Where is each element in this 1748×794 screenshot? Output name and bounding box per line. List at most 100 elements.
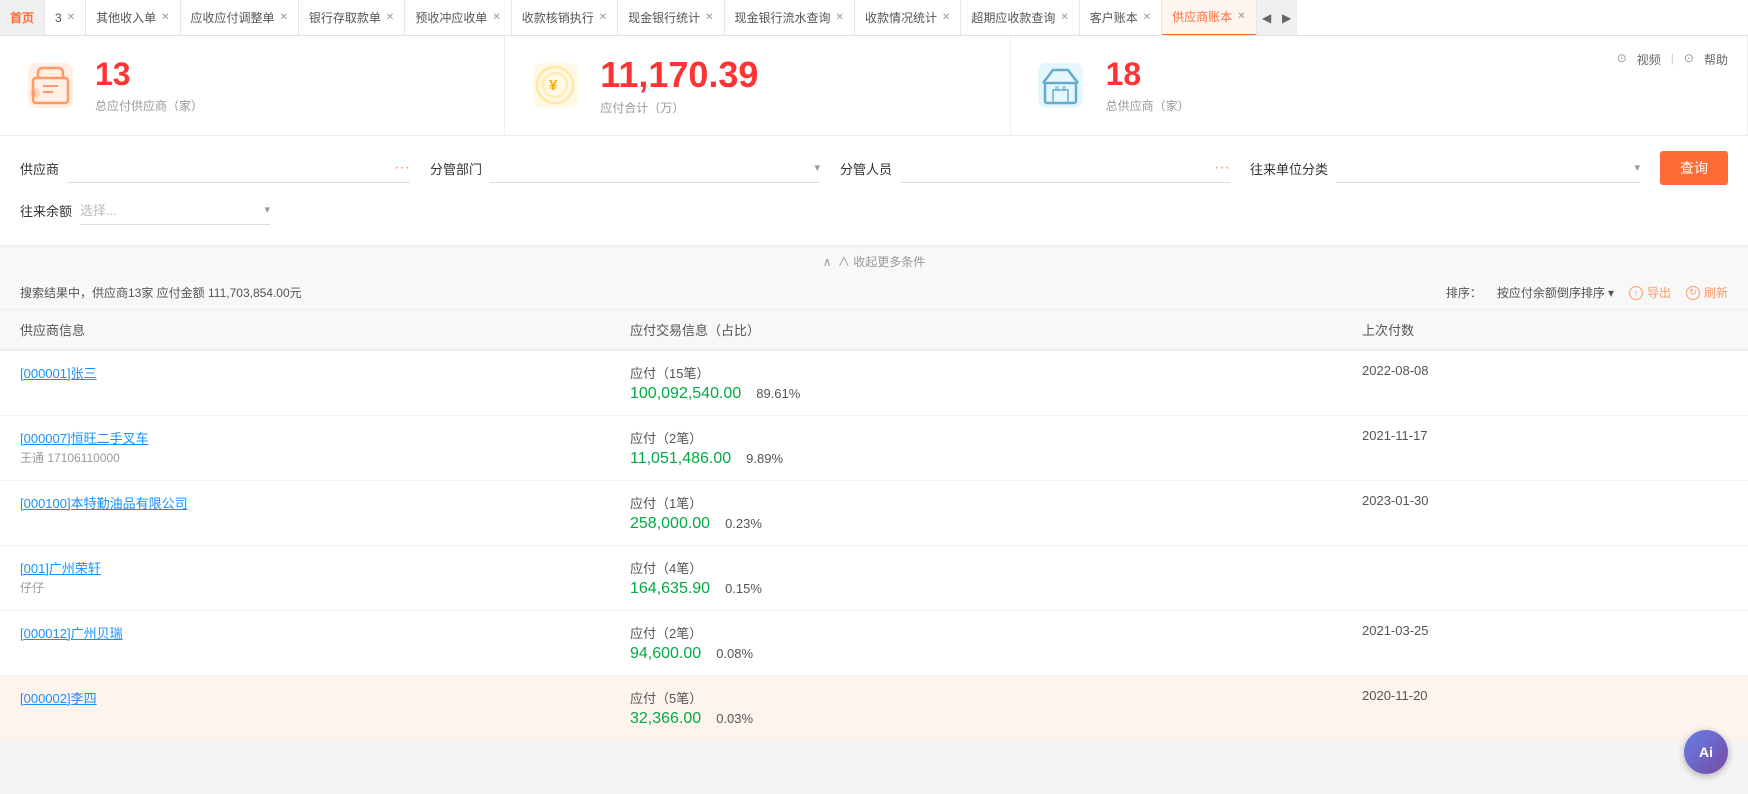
filter-row-1: 供应商 ··· 分管部门 ▾ 分管人员 ··· 往来单位分类 bbox=[20, 151, 1728, 185]
video-link[interactable]: 视频 bbox=[1637, 51, 1661, 68]
nav-tab-overdue-query[interactable]: 超期应收款查询 ✕ bbox=[961, 0, 1079, 36]
close-icon[interactable]: ✕ bbox=[705, 12, 713, 23]
nav-tab-customer-ledger[interactable]: 客户账本 ✕ bbox=[1080, 0, 1162, 36]
close-icon[interactable]: ✕ bbox=[1060, 12, 1068, 23]
export-circle-icon: ↑ bbox=[1629, 286, 1643, 300]
trans-count: 应付（2笔） bbox=[630, 623, 1362, 642]
category-filter-label: 往来单位分类 bbox=[1250, 159, 1328, 178]
person-input[interactable] bbox=[900, 153, 1209, 183]
trans-count: 应付（15笔） bbox=[630, 363, 1362, 382]
person-filter: 分管人员 ··· bbox=[840, 153, 1230, 183]
total-suppliers-number: 18 bbox=[1106, 57, 1190, 92]
table-row-inner: [001]广州荣轩 仔仔 应付（4笔） 164,635.90 0.15% bbox=[20, 558, 1728, 598]
nav-scroll-left[interactable]: ◀ bbox=[1257, 0, 1277, 36]
dept-select-wrapper[interactable]: ▾ bbox=[490, 153, 820, 183]
close-icon[interactable]: ✕ bbox=[1143, 12, 1151, 23]
close-icon[interactable]: ✕ bbox=[280, 12, 288, 23]
supplier-link[interactable]: [000007]恒旺二手叉车 bbox=[20, 428, 630, 447]
shop-icon bbox=[1031, 56, 1091, 116]
balance-select-wrapper[interactable]: 选择... ▾ bbox=[80, 195, 270, 225]
close-icon[interactable]: ✕ bbox=[161, 12, 169, 23]
close-icon[interactable]: ✕ bbox=[836, 12, 844, 23]
trans-percent: 89.61% bbox=[756, 386, 800, 403]
nav-tab-home[interactable]: 首页 bbox=[0, 0, 45, 36]
lastpay-cell: 2023-01-30 bbox=[1362, 493, 1728, 508]
supplier-cell: [000007]恒旺二手叉车 王通 17106110000 bbox=[20, 428, 630, 466]
transaction-cell: 应付（5笔） 32,366.00 0.03% bbox=[630, 688, 1362, 728]
trans-col-inner: 164,635.90 0.15% bbox=[630, 580, 1362, 598]
category-select-wrapper[interactable]: ▾ bbox=[1336, 153, 1640, 183]
nav-tab-3[interactable]: 3 ✕ bbox=[45, 0, 86, 36]
table-row[interactable]: [000100]本特勤油品有限公司 应付（1笔） 258,000.00 0.23… bbox=[0, 481, 1748, 546]
filter-row-2: 往来余额 选择... ▾ bbox=[20, 195, 270, 225]
export-button[interactable]: ↑ 导出 bbox=[1629, 284, 1671, 301]
lastpay-cell: 2021-11-17 bbox=[1362, 428, 1728, 443]
supplier-link[interactable]: [000001]张三 bbox=[20, 363, 630, 382]
results-summary: 搜索结果中，供应商13家 应付金额 111,703,854.00元 bbox=[20, 284, 302, 301]
results-bar: 搜索结果中，供应商13家 应付金额 111,703,854.00元 排序： 按应… bbox=[0, 276, 1748, 310]
nav-scroll-right[interactable]: ▶ bbox=[1277, 0, 1297, 36]
close-icon[interactable]: ✕ bbox=[67, 12, 75, 23]
last-pay-date: 2021-03-25 bbox=[1362, 623, 1429, 638]
nav-tab-collection-verify-label: 收款核销执行 bbox=[522, 9, 594, 26]
supplier-link[interactable]: [000012]广州贝瑞 bbox=[20, 623, 630, 642]
table-row[interactable]: [001]广州荣轩 仔仔 应付（4笔） 164,635.90 0.15% bbox=[0, 546, 1748, 611]
help-link[interactable]: 帮助 bbox=[1704, 51, 1728, 68]
table-row[interactable]: [000001]张三 应付（15笔） 100,092,540.00 89.61%… bbox=[0, 351, 1748, 416]
nav-tab-bank-deposit-label: 银行存取款单 bbox=[309, 9, 381, 26]
supplier-input-wrapper: ··· bbox=[67, 153, 410, 183]
close-icon[interactable]: ✕ bbox=[492, 12, 500, 23]
nav-tab-bank-deposit[interactable]: 银行存取款单 ✕ bbox=[299, 0, 405, 36]
svg-text:¥: ¥ bbox=[32, 91, 36, 98]
sort-select[interactable]: 按应付余额倒序排序 ▾ bbox=[1497, 284, 1614, 301]
trans-percent: 0.23% bbox=[725, 516, 762, 533]
close-icon[interactable]: ✕ bbox=[942, 12, 950, 23]
trans-percent: 9.89% bbox=[746, 451, 783, 468]
nav-tab-ar-ap-adjust[interactable]: 应收应付调整单 ✕ bbox=[181, 0, 299, 36]
nav-tab-collection-verify[interactable]: 收款核销执行 ✕ bbox=[512, 0, 618, 36]
nav-tab-ar-ap-adjust-label: 应收应付调整单 bbox=[191, 9, 275, 26]
table-row[interactable]: [000007]恒旺二手叉车 王通 17106110000 应付（2笔） 11,… bbox=[0, 416, 1748, 481]
trans-col-inner: 11,051,486.00 9.89% bbox=[630, 450, 1362, 468]
last-pay-date: 2020-11-20 bbox=[1362, 688, 1428, 703]
balance-select-placeholder: 选择... bbox=[80, 200, 117, 219]
table-row-inner: [000007]恒旺二手叉车 王通 17106110000 应付（2笔） 11,… bbox=[20, 428, 1728, 468]
trans-col-inner: 100,092,540.00 89.61% bbox=[630, 385, 1362, 403]
close-icon[interactable]: ✕ bbox=[599, 12, 607, 23]
stat-right-links: ⊙ 视频 | ⊙ 帮助 bbox=[1617, 51, 1728, 68]
help-icon: ⊙ bbox=[1684, 51, 1694, 68]
table-row[interactable]: [000012]广州贝瑞 应付（2笔） 94,600.00 0.08% 2021… bbox=[0, 611, 1748, 676]
refresh-button[interactable]: ↻ 刷新 bbox=[1686, 284, 1728, 301]
supplier-input[interactable] bbox=[67, 153, 389, 183]
supplier-dots-icon[interactable]: ··· bbox=[394, 159, 410, 177]
filter-area: 供应商 ··· 分管部门 ▾ 分管人员 ··· 往来单位分类 bbox=[0, 136, 1748, 246]
trans-percent: 0.15% bbox=[725, 581, 762, 598]
nav-tab-cash-bank-stat[interactable]: 现金银行统计 ✕ bbox=[618, 0, 724, 36]
nav-tab-collection-stat[interactable]: 收款情况统计 ✕ bbox=[855, 0, 961, 36]
close-icon[interactable]: ✕ bbox=[386, 12, 394, 23]
stat-total-suppliers-info: 18 总供应商（家） bbox=[1106, 57, 1190, 113]
query-button[interactable]: 查询 bbox=[1660, 151, 1728, 185]
table-row[interactable]: [000002]李四 应付（5笔） 32,366.00 0.03% 2020-1… bbox=[0, 676, 1748, 741]
nav-tab-cash-flow-query[interactable]: 现金银行流水查询 ✕ bbox=[725, 0, 855, 36]
transaction-cell: 应付（4笔） 164,635.90 0.15% bbox=[630, 558, 1362, 598]
refresh-circle-icon: ↻ bbox=[1686, 286, 1700, 300]
table-container: 供应商信息 应付交易信息（占比） 上次付数 [000001]张三 应付（15笔）… bbox=[0, 310, 1748, 741]
nav-tab-cash-flow-query-label: 现金银行流水查询 bbox=[735, 9, 831, 26]
supplier-link[interactable]: [001]广州荣轩 bbox=[20, 558, 630, 577]
nav-tab-supplier-ledger[interactable]: 供应商账本 ✕ bbox=[1162, 0, 1256, 36]
nav-tab-other-income[interactable]: 其他收入单 ✕ bbox=[86, 0, 180, 36]
collapse-bar[interactable]: ∧ ∧ 收起更多条件 bbox=[0, 246, 1748, 276]
close-icon[interactable]: ✕ bbox=[1237, 11, 1245, 22]
col-header-lastpay: 上次付数 bbox=[1362, 320, 1728, 339]
nav-tab-advance-collect[interactable]: 预收冲应收单 ✕ bbox=[405, 0, 511, 36]
separator: | bbox=[1671, 51, 1674, 68]
supplier-link[interactable]: [000100]本特勤油品有限公司 bbox=[20, 493, 630, 512]
nav-tab-cash-bank-stat-label: 现金银行统计 bbox=[628, 9, 700, 26]
person-dots-icon[interactable]: ··· bbox=[1214, 159, 1230, 177]
money-icon: ¥ bbox=[525, 56, 585, 116]
nav-tab-customer-ledger-label: 客户账本 bbox=[1090, 9, 1138, 26]
supplier-cell: [000002]李四 bbox=[20, 688, 630, 707]
supplier-link[interactable]: [000002]李四 bbox=[20, 688, 630, 707]
ai-button[interactable]: Ai bbox=[1684, 730, 1728, 774]
